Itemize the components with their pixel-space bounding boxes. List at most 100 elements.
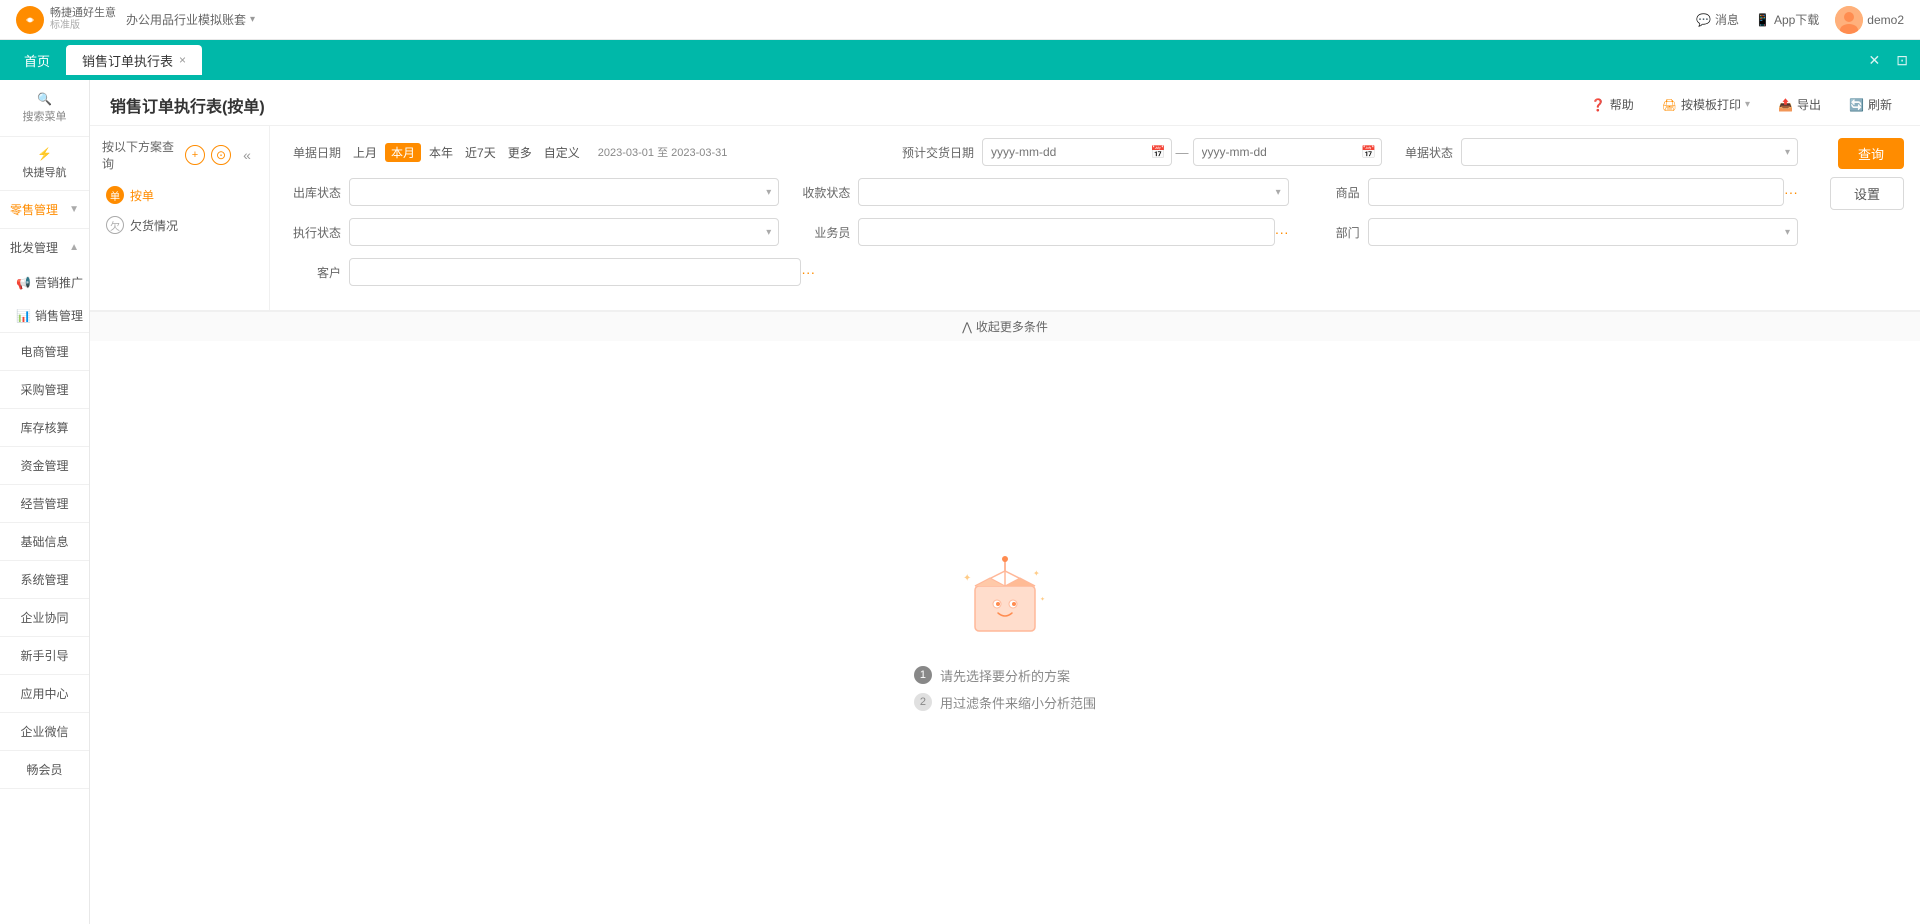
sales-icon: 📊 [16, 309, 31, 323]
filter-row-2: 出库状态 ▾ 收款状态 ▾ [286, 178, 1798, 206]
date-tab-last-month[interactable]: 上月 [349, 142, 381, 163]
export-btn[interactable]: 📤 导出 [1770, 92, 1829, 117]
nav-dropdown-icon[interactable]: ▾ [250, 14, 255, 25]
customer-input[interactable] [349, 258, 801, 286]
salesperson-more-icon[interactable]: ··· [1275, 224, 1289, 240]
tab-close-window-icon[interactable]: ✕ [1865, 48, 1885, 73]
tab-bar: 首页 销售订单执行表 × ✕ ⊡ [0, 40, 1920, 80]
nav-path[interactable]: 办公用品行业模拟账套 ▾ [126, 11, 255, 28]
user-area[interactable]: demo2 [1835, 6, 1904, 34]
sidebar-sub-sales[interactable]: 📊 销售管理 [0, 299, 89, 332]
exec-input[interactable] [349, 218, 779, 246]
sidebar-search-area: 🔍 搜索菜单 [0, 80, 89, 137]
salesperson-input[interactable] [858, 218, 1274, 246]
sidebar-enterprise-wechat-item[interactable]: 企业微信 [0, 713, 89, 750]
expected-date-start-wrap: 📅 [982, 138, 1172, 166]
copy-scheme-btn[interactable]: ⊙ [211, 145, 231, 165]
sidebar-inventory-item[interactable]: 库存核算 [0, 409, 89, 446]
date-tab-this-month[interactable]: 本月 [385, 143, 421, 162]
sidebar-vip: 畅会员 [0, 751, 89, 789]
svg-text:✦: ✦ [1033, 569, 1040, 578]
filter-payment-field: 收款状态 ▾ [795, 178, 1288, 206]
sidebar-inventory: 库存核算 [0, 409, 89, 447]
sidebar-retail: 零售管理 ▼ [0, 191, 89, 229]
filter-collapse-bar[interactable]: ⋀ 收起更多条件 [90, 311, 1920, 341]
tab-close-icon[interactable]: × [179, 54, 186, 66]
payment-input[interactable] [858, 178, 1288, 206]
sidebar-enterprise-wechat: 企业微信 [0, 713, 89, 751]
marketing-icon: 📢 [16, 276, 31, 290]
delivery-select-wrap: ▾ [349, 178, 779, 206]
collapse-scheme-btn[interactable]: « [237, 145, 257, 165]
svg-text:✦: ✦ [963, 573, 971, 584]
empty-state: ✦ ✦ ✦ 1 请先选择要分析的方案 2 用过滤条件来缩小分析范围 [90, 341, 1920, 924]
svg-text:✦: ✦ [1040, 596, 1045, 603]
delivery-input[interactable] [349, 178, 779, 206]
filter-buttons: 查询 设置 [1814, 126, 1920, 310]
message-action[interactable]: 💬 消息 [1696, 11, 1739, 28]
sidebar-ecommerce-item[interactable]: 电商管理 [0, 333, 89, 370]
filter-row-4: 客户 ··· [286, 258, 1798, 286]
scheme-icon-shortage: 欠 [106, 216, 124, 234]
expected-date-start[interactable] [982, 138, 1172, 166]
tab-maximize-icon[interactable]: ⊡ [1892, 48, 1912, 73]
lightning-icon: ⚡ [37, 147, 52, 161]
settings-button[interactable]: 设置 [1830, 177, 1904, 210]
date-tab-custom[interactable]: 自定义 [540, 142, 584, 163]
date-tab-7days[interactable]: 近7天 [461, 142, 500, 163]
refresh-btn[interactable]: 🔄 刷新 [1841, 92, 1900, 117]
sidebar-system-item[interactable]: 系统管理 [0, 561, 89, 598]
empty-step-1: 1 请先选择要分析的方案 [914, 666, 1096, 685]
print-btn[interactable]: 🖨 按模板打印 ▾ [1654, 92, 1758, 117]
date-tab-more[interactable]: 更多 [504, 142, 536, 163]
product-more-icon[interactable]: ··· [1784, 184, 1798, 200]
print-dropdown-icon[interactable]: ▾ [1745, 99, 1750, 110]
sidebar-vip-item[interactable]: 畅会员 [0, 751, 89, 788]
sidebar-retail-item[interactable]: 零售管理 ▼ [0, 191, 89, 228]
sidebar-corp-item[interactable]: 企业协同 [0, 599, 89, 636]
search-menu-btn[interactable]: 🔍 搜索菜单 [6, 88, 83, 128]
main-layout: 🔍 搜索菜单 ⚡ 快捷导航 零售管理 ▼ 批发管理 ▲ 📢 营销推广 [0, 80, 1920, 924]
tab-sales-order[interactable]: 销售订单执行表 × [66, 45, 202, 75]
sidebar-wholesale: 批发管理 ▲ 📢 营销推广 📊 销售管理 [0, 229, 89, 333]
page-title: 销售订单执行表(按单) [110, 93, 265, 117]
dept-select-wrap: ▾ [1368, 218, 1798, 246]
expected-date-label: 预计交货日期 [902, 144, 974, 161]
sidebar-quick-nav: ⚡ 快捷导航 [0, 137, 89, 191]
product-input[interactable] [1368, 178, 1784, 206]
date-tab-this-year[interactable]: 本年 [425, 142, 457, 163]
product-select-wrap: ··· [1368, 178, 1798, 206]
tab-home[interactable]: 首页 [8, 45, 66, 75]
scheme-icon-order: 单 [106, 186, 124, 204]
sidebar-newbie: 新手引导 [0, 637, 89, 675]
filter-exec-field: 执行状态 ▾ [286, 218, 779, 246]
sidebar-operations-item[interactable]: 经营管理 [0, 485, 89, 522]
header-left: 畅捷通好生意 标准版 办公用品行业模拟账套 ▾ [16, 6, 255, 34]
sidebar-sub-marketing[interactable]: 📢 营销推广 [0, 266, 89, 299]
customer-more-icon[interactable]: ··· [801, 264, 815, 280]
app-download-action[interactable]: 📱 App下载 [1755, 11, 1819, 28]
filter-status-field: 单据状态 ▾ [1398, 138, 1798, 166]
sidebar-newbie-item[interactable]: 新手引导 [0, 637, 89, 674]
sidebar-quick-nav-item[interactable]: ⚡ 快捷导航 [0, 137, 89, 190]
help-btn[interactable]: ❓ 帮助 [1583, 92, 1642, 117]
add-scheme-btn[interactable]: + [185, 145, 205, 165]
sidebar-basic-item[interactable]: 基础信息 [0, 523, 89, 560]
scheme-item-shortage[interactable]: 欠 欠货情况 [102, 210, 257, 240]
expected-date-end[interactable] [1193, 138, 1383, 166]
product-label: 商品 [1305, 184, 1360, 201]
sidebar-finance-item[interactable]: 资金管理 [0, 447, 89, 484]
expected-date-end-wrap: 📅 [1193, 138, 1383, 166]
sidebar-wholesale-item[interactable]: 批发管理 ▲ [0, 229, 89, 266]
sidebar-app-center-item[interactable]: 应用中心 [0, 675, 89, 712]
status-input[interactable] [1461, 138, 1798, 166]
status-label: 单据状态 [1398, 144, 1453, 161]
customer-select-wrap: ··· [349, 258, 815, 286]
filter-row-3: 执行状态 ▾ 业务员 ··· [286, 218, 1798, 246]
expected-date-range: 📅 — 📅 [982, 138, 1382, 166]
exec-select-wrap: ▾ [349, 218, 779, 246]
scheme-item-order[interactable]: 单 按单 [102, 180, 257, 210]
dept-input[interactable] [1368, 218, 1798, 246]
sidebar-purchase-item[interactable]: 采购管理 [0, 371, 89, 408]
query-button[interactable]: 查询 [1838, 138, 1904, 169]
